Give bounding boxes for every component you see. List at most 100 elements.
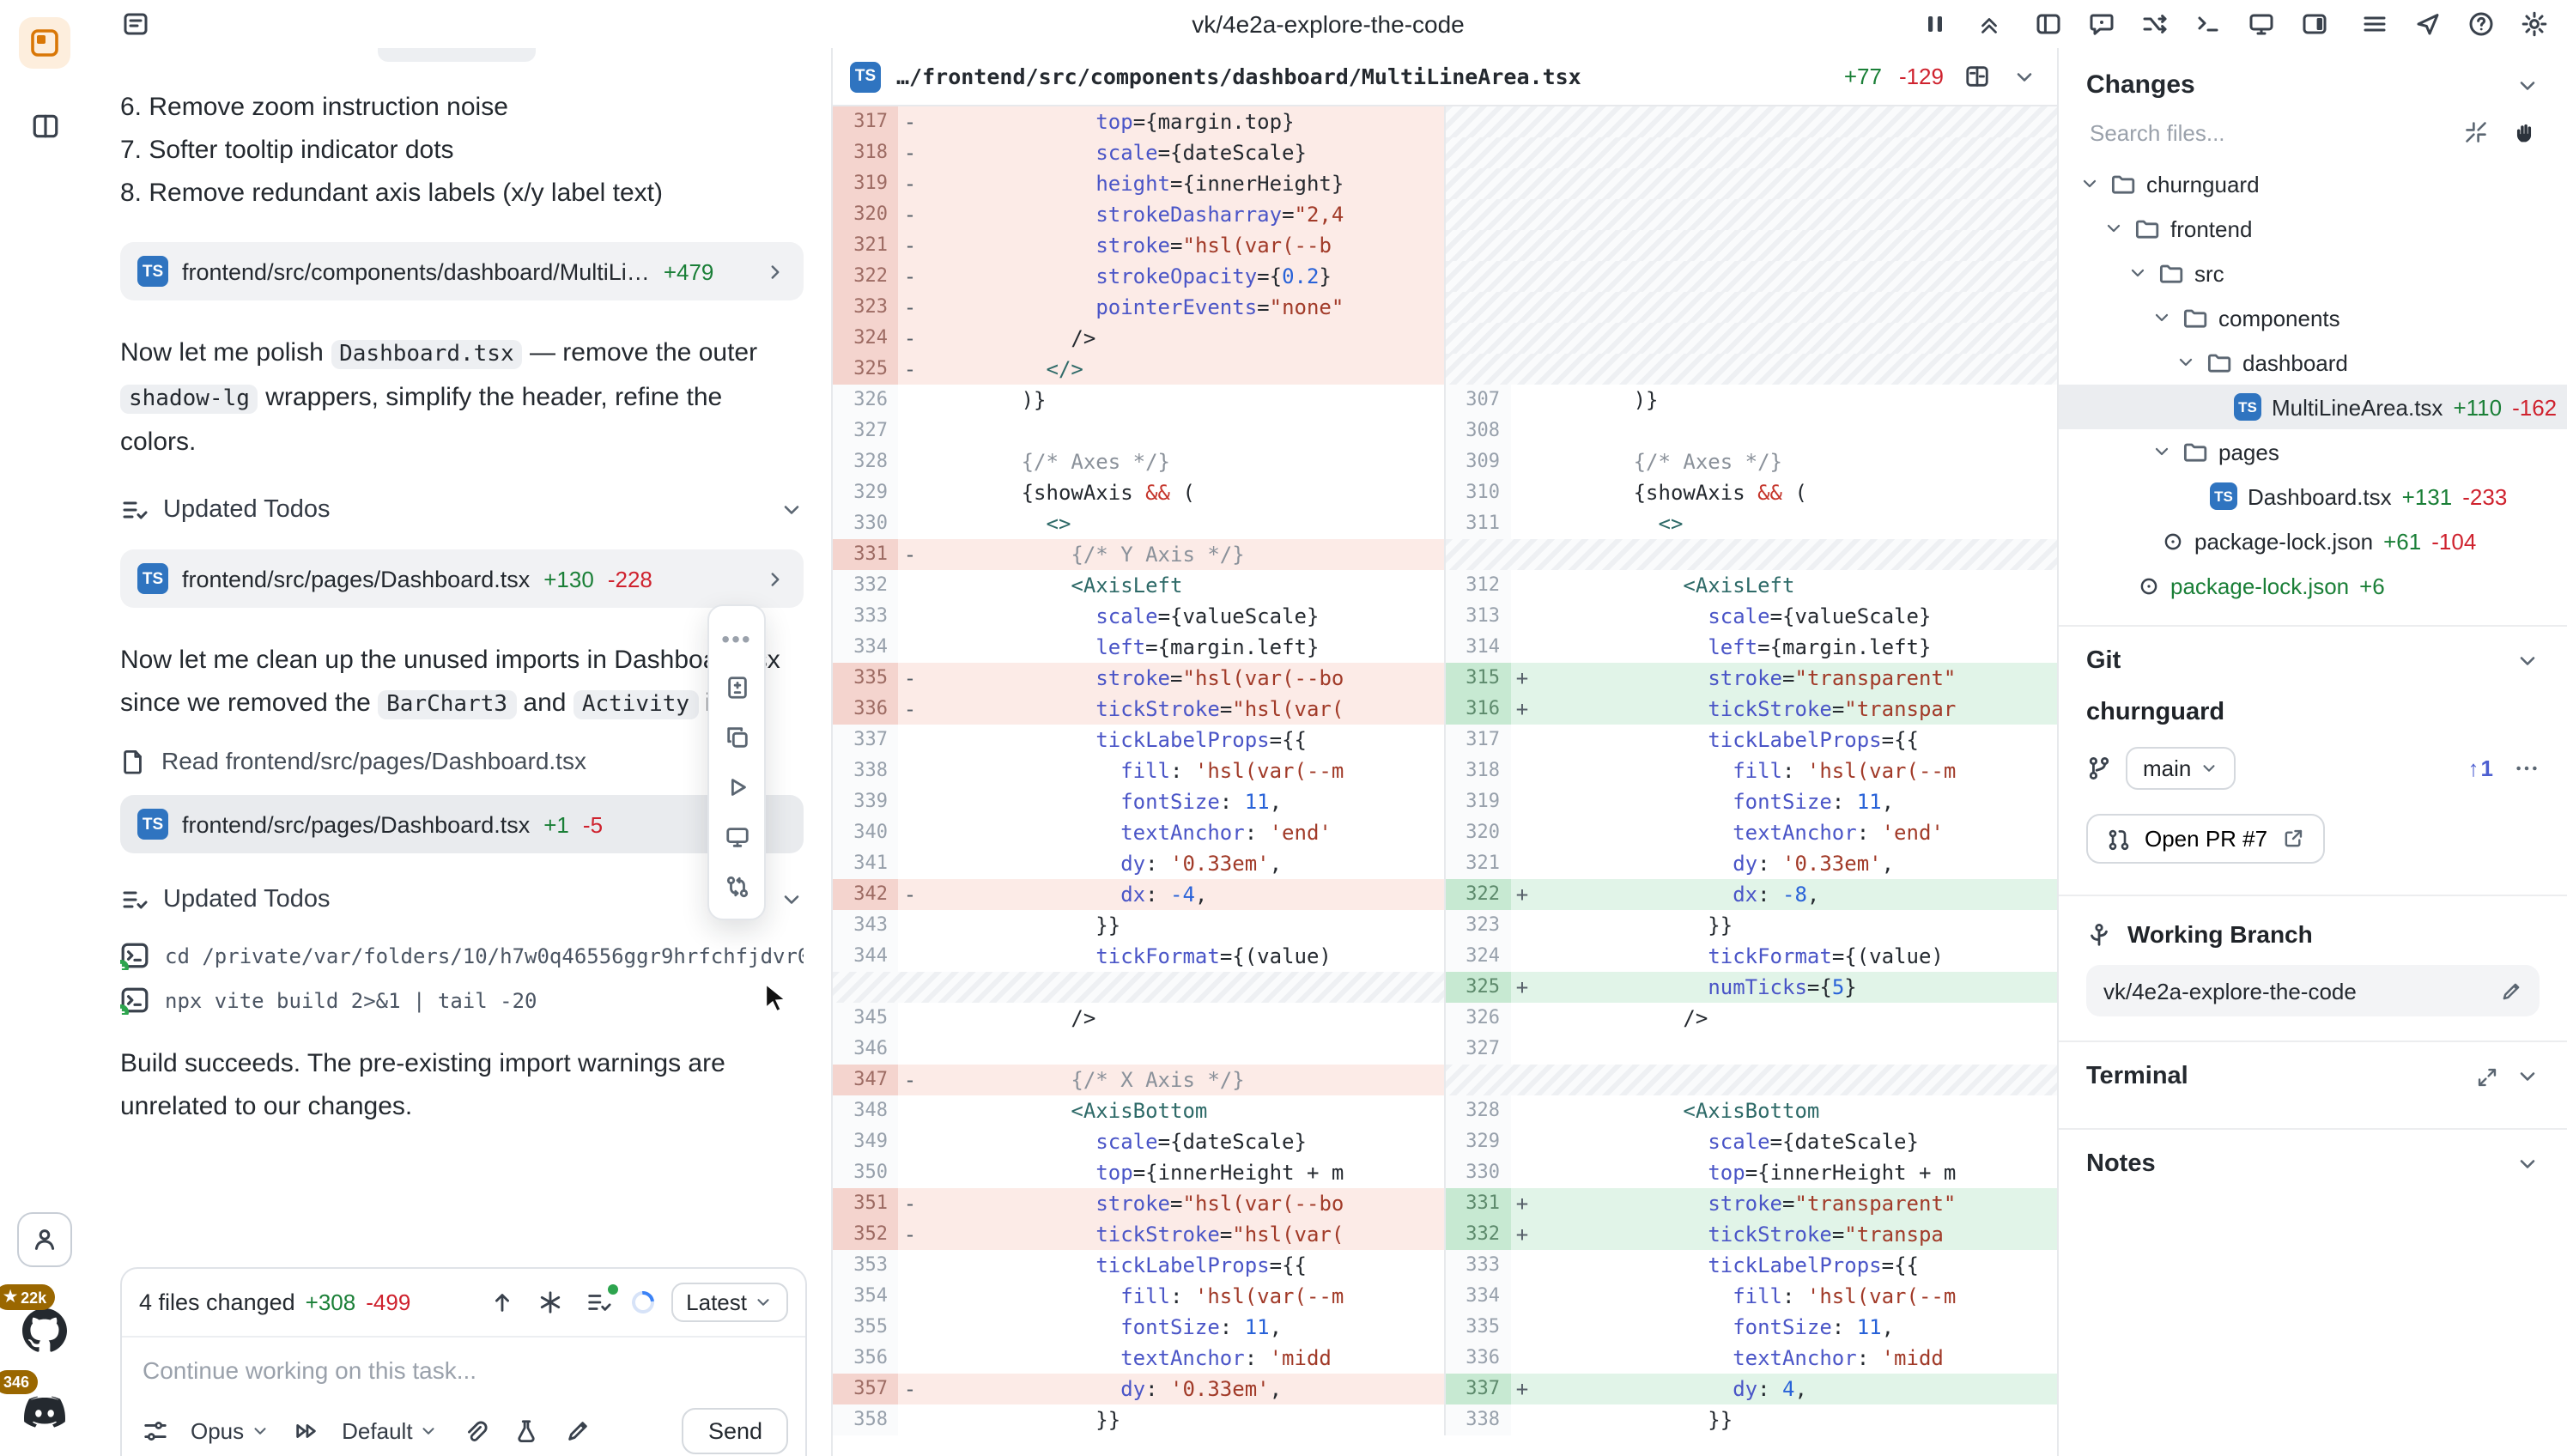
attach-icon[interactable] bbox=[459, 1416, 490, 1447]
tree-row[interactable]: TS package-lock.json +6 bbox=[2059, 563, 2567, 608]
tree-row[interactable]: TS MultiLineArea.tsx +110 -162 bbox=[2059, 385, 2567, 429]
todo-status-icon[interactable] bbox=[583, 1287, 614, 1318]
edit-pencil-icon[interactable] bbox=[2500, 980, 2522, 1002]
kanban-view-icon[interactable] bbox=[29, 110, 60, 141]
discord-link[interactable]: 346 bbox=[22, 1394, 67, 1432]
collapse-tree-icon[interactable] bbox=[2461, 117, 2491, 148]
terminal-icon[interactable] bbox=[2193, 9, 2224, 39]
discord-icon[interactable] bbox=[22, 1394, 67, 1432]
app-logo-icon[interactable] bbox=[19, 17, 70, 69]
chevron-down-icon[interactable] bbox=[2127, 263, 2148, 283]
diff-sign bbox=[1510, 354, 1534, 385]
panel-left-icon[interactable] bbox=[2033, 9, 2064, 39]
monitor-icon[interactable] bbox=[709, 812, 764, 862]
up-arrow-icon: ↑ bbox=[2468, 755, 2479, 781]
conversation-icon[interactable] bbox=[120, 9, 151, 39]
open-pr-button[interactable]: Open PR #7 bbox=[2086, 814, 2324, 864]
file-diff-chip[interactable]: TS frontend/src/components/dashboard/Mul… bbox=[120, 242, 804, 300]
copy-icon[interactable] bbox=[709, 713, 764, 762]
settings-gear-icon[interactable] bbox=[2519, 9, 2550, 39]
chat-bubble-icon[interactable] bbox=[2086, 9, 2117, 39]
chevron-down-icon[interactable] bbox=[2009, 61, 2040, 92]
chevron-down-icon[interactable] bbox=[2515, 1152, 2540, 1176]
share-icon[interactable] bbox=[2412, 9, 2443, 39]
sliders-icon[interactable] bbox=[139, 1416, 170, 1447]
diff-sign bbox=[898, 817, 922, 848]
git-compare-icon[interactable] bbox=[709, 862, 764, 912]
chevron-down-icon[interactable] bbox=[2176, 352, 2196, 373]
changes-section-header[interactable]: Changes bbox=[2059, 48, 2567, 113]
tree-row[interactable]: TS pages bbox=[2059, 429, 2567, 474]
follow-hand-icon[interactable] bbox=[2509, 117, 2540, 148]
search-input[interactable] bbox=[2086, 118, 2443, 147]
diff-sign: - bbox=[898, 663, 922, 694]
file-diff-chip[interactable]: TS frontend/src/pages/Dashboard.tsx +1 -… bbox=[120, 795, 804, 853]
file-diff-chip[interactable]: TS frontend/src/pages/Dashboard.tsx +130… bbox=[120, 549, 804, 608]
tree-row[interactable]: TS package-lock.json +61 -104 bbox=[2059, 519, 2567, 563]
chevron-down-icon[interactable] bbox=[2151, 441, 2172, 462]
chevron-down-icon[interactable] bbox=[2515, 1065, 2540, 1089]
chevron-down-icon[interactable] bbox=[780, 888, 804, 912]
tree-row[interactable]: TS churnguard bbox=[2059, 161, 2567, 206]
commits-ahead[interactable]: ↑1 bbox=[2468, 755, 2493, 781]
terminal-command-row[interactable]: + npx vite build 2>&1 | tail -20 bbox=[120, 986, 804, 1015]
arrow-up-icon[interactable] bbox=[487, 1287, 518, 1318]
play-icon[interactable] bbox=[709, 762, 764, 812]
mode-dropdown[interactable]: Default bbox=[342, 1418, 438, 1444]
github-icon[interactable] bbox=[22, 1308, 67, 1353]
tree-row[interactable]: TS components bbox=[2059, 295, 2567, 340]
lab-icon[interactable] bbox=[511, 1416, 542, 1447]
diff-sign bbox=[898, 1250, 922, 1281]
code-line: dy: '0.33em', bbox=[1534, 848, 2057, 879]
git-section-header[interactable]: Git bbox=[2059, 627, 2567, 695]
pen-icon[interactable] bbox=[562, 1416, 593, 1447]
fast-forward-icon[interactable] bbox=[290, 1416, 321, 1447]
file-diff-icon[interactable] bbox=[709, 663, 764, 713]
line-number bbox=[1445, 199, 1510, 230]
account-button[interactable] bbox=[17, 1212, 72, 1267]
tree-row[interactable]: TS Dashboard.tsx +131 -233 bbox=[2059, 474, 2567, 519]
updated-todos-row[interactable]: Updated Todos bbox=[120, 484, 804, 536]
branch-dropdown[interactable]: main bbox=[2126, 747, 2236, 790]
more-menu-icon[interactable] bbox=[2514, 755, 2540, 781]
monitor-icon[interactable] bbox=[2246, 9, 2277, 39]
more-options-icon[interactable]: ••• bbox=[709, 613, 764, 663]
tree-row[interactable]: TS frontend bbox=[2059, 206, 2567, 251]
chevron-down-icon[interactable] bbox=[2515, 73, 2540, 97]
diff-body[interactable]: 317 - top={margin.top} bbox=[833, 106, 2057, 1456]
file-name: pages bbox=[2218, 439, 2279, 464]
notes-section-header[interactable]: Notes bbox=[2059, 1130, 2567, 1198]
changes-status-row[interactable]: 4 files changed +308 -499 bbox=[122, 1269, 805, 1338]
tree-row[interactable]: TS dashboard bbox=[2059, 340, 2567, 385]
terminal-command-row[interactable]: + cd /private/var/folders/10/h7w0q46556g… bbox=[120, 941, 804, 970]
version-dropdown[interactable]: Latest bbox=[671, 1283, 788, 1322]
updated-todos-row[interactable]: Updated Todos bbox=[120, 874, 804, 925]
pause-button[interactable] bbox=[1920, 9, 1951, 39]
diff-new-cell: 331 + stroke="transparent" bbox=[1445, 1188, 2057, 1219]
snapshot-icon[interactable] bbox=[535, 1287, 566, 1318]
git-compare-icon[interactable] bbox=[2139, 9, 2170, 39]
tree-row[interactable]: TS src bbox=[2059, 251, 2567, 295]
task-input[interactable] bbox=[139, 1355, 788, 1386]
chevron-down-icon[interactable] bbox=[2079, 173, 2100, 194]
diff-sign bbox=[898, 1343, 922, 1374]
read-file-row[interactable]: Read frontend/src/pages/Dashboard.tsx bbox=[120, 747, 804, 774]
terminal-section-header[interactable]: Terminal bbox=[2059, 1042, 2567, 1111]
diff-new-cell: 337 + dy: 4, bbox=[1445, 1374, 2057, 1404]
chevron-down-icon[interactable] bbox=[2515, 649, 2540, 673]
help-icon[interactable] bbox=[2466, 9, 2497, 39]
chevron-down-icon[interactable] bbox=[780, 498, 804, 522]
menu-icon[interactable] bbox=[2359, 9, 2390, 39]
chevron-down-icon[interactable] bbox=[2151, 307, 2172, 328]
code-line: tickStroke="hsl(var( bbox=[922, 1219, 1443, 1250]
expand-icon[interactable] bbox=[2476, 1065, 2498, 1088]
chevron-down-icon[interactable] bbox=[2103, 218, 2124, 239]
line-number: 331 bbox=[1445, 1188, 1510, 1219]
github-link[interactable]: ★22k bbox=[22, 1308, 67, 1353]
collapse-all-icon[interactable] bbox=[1973, 9, 2004, 39]
send-button[interactable]: Send bbox=[683, 1408, 788, 1454]
split-view-icon[interactable] bbox=[1961, 61, 1992, 92]
model-dropdown[interactable]: Opus bbox=[191, 1418, 270, 1444]
panel-right-icon[interactable] bbox=[2299, 9, 2330, 39]
working-branch-value[interactable]: vk/4e2a-explore-the-code bbox=[2086, 965, 2540, 1016]
